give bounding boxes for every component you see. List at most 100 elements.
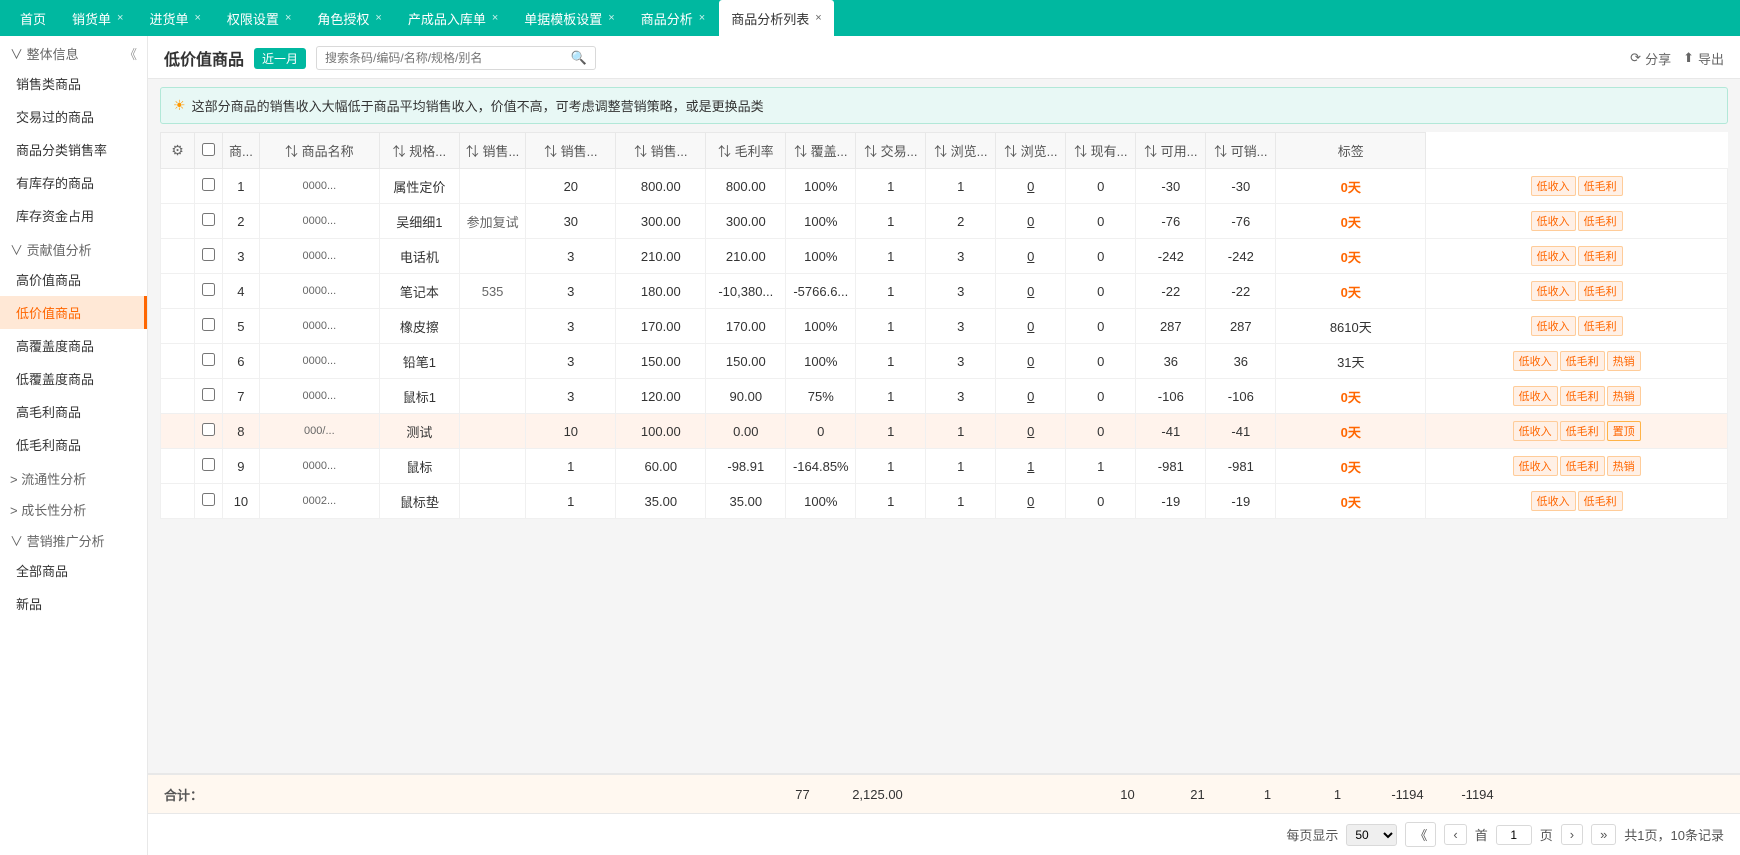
row-view1[interactable]: 0 bbox=[996, 484, 1066, 519]
search-icon[interactable]: 🔍 bbox=[571, 50, 587, 66]
sidebar-group-growth[interactable]: > 成长性分析 bbox=[0, 492, 147, 523]
view1-link[interactable]: 0 bbox=[1027, 319, 1034, 334]
row-checkbox[interactable] bbox=[202, 458, 215, 471]
sidebar-item-high-margin[interactable]: 高毛利商品 bbox=[0, 395, 147, 428]
filter-tag-button[interactable]: 近一月 bbox=[254, 48, 306, 69]
nav-warehouse-close[interactable]: × bbox=[492, 12, 498, 24]
nav-analysis-list-close[interactable]: × bbox=[815, 12, 821, 24]
row-checkbox[interactable] bbox=[202, 283, 215, 296]
row-sale2: 800.00 bbox=[706, 169, 786, 204]
nav-sales[interactable]: 销货单 × bbox=[60, 0, 135, 36]
product-tag: 低毛利 bbox=[1560, 351, 1605, 371]
row-checkbox[interactable] bbox=[202, 248, 215, 261]
nav-home[interactable]: 首页 bbox=[8, 0, 58, 36]
row-days: 0天 bbox=[1276, 414, 1426, 449]
sidebar-item-low-margin[interactable]: 低毛利商品 bbox=[0, 428, 147, 461]
row-view1[interactable]: 0 bbox=[996, 379, 1066, 414]
sidebar: ∨ 整体信息 《 销售类商品 交易过的商品 商品分类销售率 有库存的商品 库存资… bbox=[0, 36, 148, 855]
sidebar-item-low-value[interactable]: 低价值商品 bbox=[0, 296, 147, 329]
first-page-button[interactable]: 《 bbox=[1405, 822, 1436, 847]
nav-purchase[interactable]: 进货单 × bbox=[137, 0, 212, 36]
row-checkbox[interactable] bbox=[202, 353, 215, 366]
nav-permission-label: 权限设置 bbox=[227, 9, 279, 28]
view1-link[interactable]: 0 bbox=[1027, 424, 1034, 439]
view1-link[interactable]: 0 bbox=[1027, 284, 1034, 299]
row-view1[interactable]: 0 bbox=[996, 274, 1066, 309]
row-checkbox[interactable] bbox=[202, 388, 215, 401]
row-name: 鼠标1 bbox=[379, 379, 459, 414]
nav-purchase-close[interactable]: × bbox=[194, 12, 200, 24]
export-button[interactable]: ⬆ 导出 bbox=[1683, 49, 1724, 68]
sidebar-item-stock-capital[interactable]: 库存资金占用 bbox=[0, 199, 147, 232]
col-settings[interactable]: ⚙ bbox=[161, 133, 195, 169]
sidebar-group-contribution[interactable]: ∨ 贡献值分析 bbox=[0, 232, 147, 263]
sidebar-group-overview[interactable]: ∨ 整体信息 《 bbox=[0, 36, 147, 67]
nav-analysis[interactable]: 商品分析 × bbox=[629, 0, 717, 36]
row-stock2: -22 bbox=[1206, 274, 1276, 309]
sidebar-item-high-value[interactable]: 高价值商品 bbox=[0, 263, 147, 296]
search-input[interactable] bbox=[325, 51, 571, 65]
view1-link[interactable]: 1 bbox=[1027, 459, 1034, 474]
row-checkbox[interactable] bbox=[202, 213, 215, 226]
sidebar-item-traded-goods[interactable]: 交易过的商品 bbox=[0, 100, 147, 133]
next-page-button[interactable]: › bbox=[1561, 824, 1583, 845]
select-all-checkbox[interactable] bbox=[202, 143, 215, 156]
nav-sales-close[interactable]: × bbox=[117, 12, 123, 24]
row-checkbox-cell[interactable] bbox=[195, 379, 223, 414]
row-view1[interactable]: 0 bbox=[996, 414, 1066, 449]
row-view1[interactable]: 0 bbox=[996, 344, 1066, 379]
nav-role-close[interactable]: × bbox=[375, 12, 381, 24]
row-checkbox[interactable] bbox=[202, 423, 215, 436]
sidebar-item-high-coverage[interactable]: 高覆盖度商品 bbox=[0, 329, 147, 362]
nav-role[interactable]: 角色授权 × bbox=[305, 0, 393, 36]
row-checkbox-cell[interactable] bbox=[195, 449, 223, 484]
sidebar-collapse-overview[interactable]: 《 bbox=[124, 44, 137, 63]
prev-page-button[interactable]: ‹ bbox=[1444, 824, 1466, 845]
nav-template-close[interactable]: × bbox=[608, 12, 614, 24]
row-view1[interactable]: 1 bbox=[996, 449, 1066, 484]
row-checkbox-cell[interactable] bbox=[195, 414, 223, 449]
view1-link[interactable]: 0 bbox=[1027, 179, 1034, 194]
row-checkbox-cell[interactable] bbox=[195, 274, 223, 309]
view1-link[interactable]: 0 bbox=[1027, 389, 1034, 404]
row-checkbox-cell[interactable] bbox=[195, 169, 223, 204]
sidebar-item-category-sales[interactable]: 商品分类销售率 bbox=[0, 133, 147, 166]
sidebar-group-liquidity[interactable]: > 流通性分析 bbox=[0, 461, 147, 492]
row-view1[interactable]: 0 bbox=[996, 204, 1066, 239]
sidebar-item-all-goods[interactable]: 全部商品 bbox=[0, 554, 147, 587]
row-checkbox-cell[interactable] bbox=[195, 239, 223, 274]
row-checkbox-cell[interactable] bbox=[195, 309, 223, 344]
nav-permission-close[interactable]: × bbox=[285, 12, 291, 24]
table-wrapper[interactable]: ⚙ 商... ⇅ 商品名称 ⇅ 规格... ⇅ 销售... ⇅ 销售... ⇅ … bbox=[160, 132, 1728, 773]
page-size-select[interactable]: 50 100 200 bbox=[1346, 824, 1397, 846]
sidebar-group-marketing[interactable]: ∨ 营销推广分析 bbox=[0, 523, 147, 554]
view1-link[interactable]: 0 bbox=[1027, 494, 1034, 509]
page-number-input[interactable] bbox=[1496, 825, 1532, 845]
col-checkbox[interactable] bbox=[195, 133, 223, 169]
row-checkbox-cell[interactable] bbox=[195, 204, 223, 239]
row-checkbox[interactable] bbox=[202, 318, 215, 331]
last-page-button[interactable]: » bbox=[1591, 824, 1616, 845]
row-view1[interactable]: 0 bbox=[996, 309, 1066, 344]
nav-warehouse[interactable]: 产成品入库单 × bbox=[396, 0, 510, 36]
row-rate: -164.85% bbox=[786, 449, 856, 484]
nav-template[interactable]: 单据模板设置 × bbox=[512, 0, 626, 36]
row-tags: 低收入低毛利 bbox=[1426, 309, 1728, 344]
sidebar-item-stock-goods[interactable]: 有库存的商品 bbox=[0, 166, 147, 199]
row-checkbox-cell[interactable] bbox=[195, 344, 223, 379]
sidebar-item-sales-goods[interactable]: 销售类商品 bbox=[0, 67, 147, 100]
view1-link[interactable]: 0 bbox=[1027, 354, 1034, 369]
row-view1[interactable]: 0 bbox=[996, 169, 1066, 204]
row-view1[interactable]: 0 bbox=[996, 239, 1066, 274]
view1-link[interactable]: 0 bbox=[1027, 249, 1034, 264]
share-button[interactable]: ⟳ 分享 bbox=[1630, 49, 1671, 68]
view1-link[interactable]: 0 bbox=[1027, 214, 1034, 229]
row-checkbox[interactable] bbox=[202, 178, 215, 191]
sidebar-item-new-goods[interactable]: 新品 bbox=[0, 587, 147, 620]
nav-analysis-list[interactable]: 商品分析列表 × bbox=[719, 0, 833, 36]
row-checkbox[interactable] bbox=[202, 493, 215, 506]
nav-analysis-close[interactable]: × bbox=[699, 12, 705, 24]
row-checkbox-cell[interactable] bbox=[195, 484, 223, 519]
sidebar-item-low-coverage[interactable]: 低覆盖度商品 bbox=[0, 362, 147, 395]
nav-permission[interactable]: 权限设置 × bbox=[215, 0, 303, 36]
